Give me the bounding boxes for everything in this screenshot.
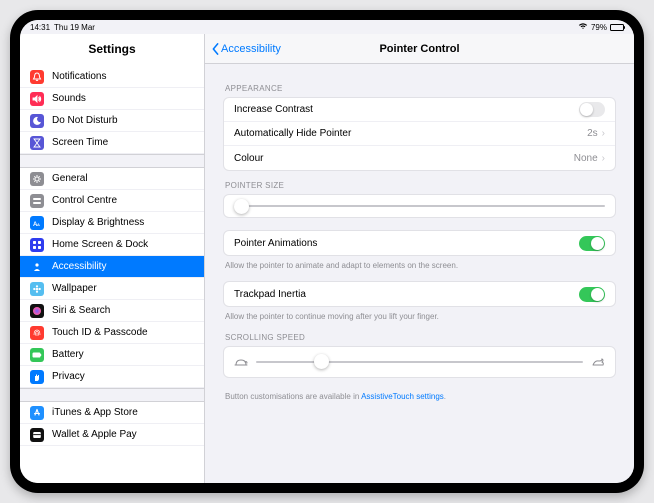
speaker-icon — [30, 92, 44, 106]
hourglass-icon — [30, 136, 44, 150]
auto-hide-label: Automatically Hide Pointer — [234, 128, 587, 139]
trackpad-inertia-note: Allow the pointer to continue moving aft… — [225, 312, 614, 322]
status-time: 14:31 — [30, 23, 50, 32]
tortoise-icon — [234, 357, 248, 367]
chevron-right-icon: › — [602, 153, 605, 164]
sidebar-item-control-centre[interactable]: Control Centre — [20, 190, 204, 212]
status-date: Thu 19 Mar — [54, 23, 95, 32]
auto-hide-row[interactable]: Automatically Hide Pointer 2s › — [224, 122, 615, 146]
hand-icon — [30, 370, 44, 384]
sidebar-item-label: Privacy — [52, 371, 85, 382]
sidebar-item-label: Notifications — [52, 71, 106, 82]
battery-pct: 79% — [591, 23, 607, 32]
footer-prefix: Button customisations are available in — [225, 392, 361, 401]
sidebar-item-general[interactable]: General — [20, 168, 204, 190]
sidebar-item-label: Display & Brightness — [52, 217, 144, 228]
sidebar-item-label: Accessibility — [52, 261, 106, 272]
sidebar-item-display-brightness[interactable]: AA Display & Brightness — [20, 212, 204, 234]
sidebar-title: Settings — [20, 34, 204, 66]
sidebar-item-label: Touch ID & Passcode — [52, 327, 148, 338]
increase-contrast-switch[interactable] — [579, 102, 605, 117]
footer-note: Button customisations are available in A… — [225, 392, 614, 402]
main-panel: Accessibility Pointer Control APPEARANCE… — [205, 34, 634, 483]
sidebar-item-home-screen-dock[interactable]: Home Screen & Dock — [20, 234, 204, 256]
assistivetouch-link[interactable]: AssistiveTouch settings — [361, 392, 444, 401]
ipad-frame: 14:31 Thu 19 Mar 79% Settings Notificati… — [10, 10, 644, 493]
chevron-left-icon — [211, 43, 220, 55]
pointer-animations-note: Allow the pointer to animate and adapt t… — [225, 261, 614, 271]
pointer-animations-switch[interactable] — [579, 236, 605, 251]
auto-hide-value: 2s — [587, 128, 598, 139]
sidebar-item-screen-time[interactable]: Screen Time — [20, 132, 204, 154]
colour-row[interactable]: Colour None › — [224, 146, 615, 170]
sidebar-item-label: Home Screen & Dock — [52, 239, 148, 250]
sidebar-item-label: Do Not Disturb — [52, 115, 118, 126]
scrolling-speed-header: SCROLLING SPEED — [225, 333, 616, 342]
settings-sidebar: Settings Notifications Sounds Do Not Distu… — [20, 34, 205, 483]
page-title: Pointer Control — [379, 43, 459, 55]
sidebar-item-do-not-disturb[interactable]: Do Not Disturb — [20, 110, 204, 132]
main-header: Accessibility Pointer Control — [205, 34, 634, 64]
scrolling-speed-slider[interactable] — [223, 346, 616, 378]
pointer-animations-row[interactable]: Pointer Animations — [224, 231, 615, 255]
sidebar-item-touch-id-passcode[interactable]: Touch ID & Passcode — [20, 322, 204, 344]
sidebar-item-label: Wallet & Apple Pay — [52, 429, 137, 440]
battery-icon — [30, 348, 44, 362]
sidebar-item-label: Control Centre — [52, 195, 117, 206]
screen: 14:31 Thu 19 Mar 79% Settings Notificati… — [20, 20, 634, 483]
pointer-size-header: POINTER SIZE — [225, 181, 616, 190]
fingerprint-icon — [30, 326, 44, 340]
sidebar-item-notifications[interactable]: Notifications — [20, 66, 204, 88]
sidebar-item-wallpaper[interactable]: Wallpaper — [20, 278, 204, 300]
bell-icon — [30, 70, 44, 84]
pointer-animations-label: Pointer Animations — [234, 238, 579, 249]
status-bar: 14:31 Thu 19 Mar 79% — [20, 20, 634, 34]
appstore-icon — [30, 406, 44, 420]
gear-icon — [30, 172, 44, 186]
person-icon — [30, 260, 44, 274]
siri-icon — [30, 304, 44, 318]
sidebar-item-wallet-apple-pay[interactable]: Wallet & Apple Pay — [20, 424, 204, 446]
moon-icon — [30, 114, 44, 128]
switches-icon — [30, 194, 44, 208]
grid-icon — [30, 238, 44, 252]
footer-suffix: . — [444, 392, 446, 401]
trackpad-inertia-label: Trackpad Inertia — [234, 289, 579, 300]
wallet-icon — [30, 428, 44, 442]
sidebar-item-sounds[interactable]: Sounds — [20, 88, 204, 110]
svg-text:A: A — [37, 222, 40, 227]
sidebar-item-label: Sounds — [52, 93, 86, 104]
trackpad-inertia-row[interactable]: Trackpad Inertia — [224, 282, 615, 306]
sidebar-item-label: Battery — [52, 349, 84, 360]
sidebar-item-label: Screen Time — [52, 137, 108, 148]
chevron-right-icon: › — [602, 128, 605, 139]
battery-icon — [610, 24, 624, 31]
sidebar-item-accessibility[interactable]: Accessibility — [20, 256, 204, 278]
colour-value: None — [574, 153, 598, 164]
colour-label: Colour — [234, 153, 574, 164]
sidebar-item-battery[interactable]: Battery — [20, 344, 204, 366]
wifi-icon — [578, 22, 588, 32]
increase-contrast-label: Increase Contrast — [234, 104, 579, 115]
hare-icon — [591, 357, 605, 367]
sidebar-item-label: iTunes & App Store — [52, 407, 138, 418]
sidebar-item-label: General — [52, 173, 88, 184]
appearance-header: APPEARANCE — [225, 84, 616, 93]
back-label: Accessibility — [221, 43, 281, 55]
sidebar-item-label: Wallpaper — [52, 283, 97, 294]
textsize-icon: AA — [30, 216, 44, 230]
sidebar-item-itunes-app-store[interactable]: iTunes & App Store — [20, 402, 204, 424]
increase-contrast-row[interactable]: Increase Contrast — [224, 98, 615, 122]
sidebar-item-label: Siri & Search — [52, 305, 110, 316]
trackpad-inertia-switch[interactable] — [579, 287, 605, 302]
sidebar-item-siri-search[interactable]: Siri & Search — [20, 300, 204, 322]
flower-icon — [30, 282, 44, 296]
back-button[interactable]: Accessibility — [205, 43, 281, 55]
sidebar-item-privacy[interactable]: Privacy — [20, 366, 204, 388]
pointer-size-slider[interactable] — [223, 194, 616, 218]
